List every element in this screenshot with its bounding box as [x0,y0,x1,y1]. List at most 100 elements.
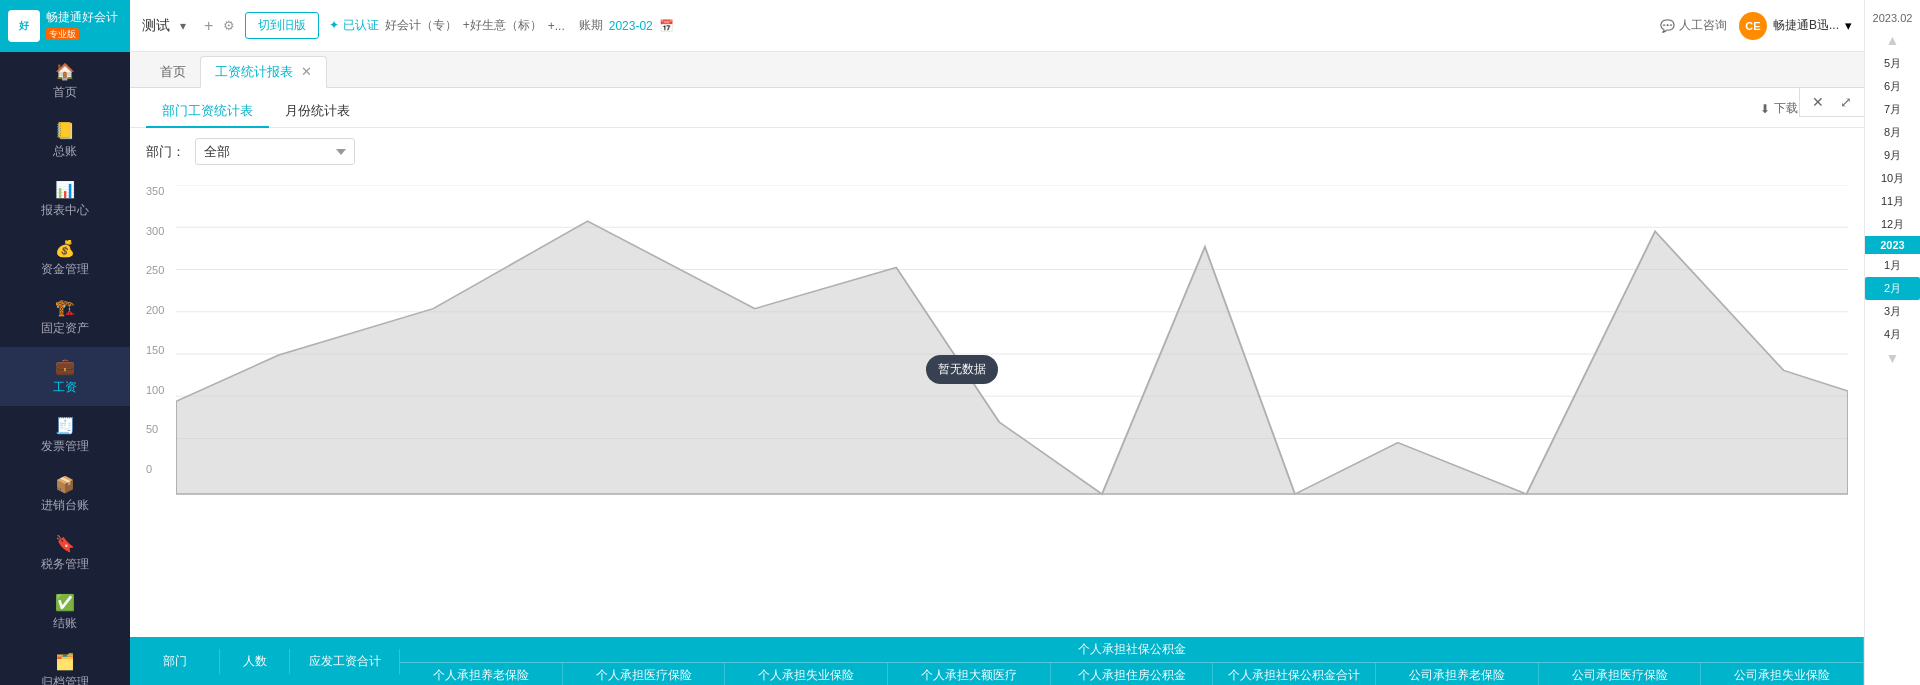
sidebar-item-invoice[interactable]: 🧾 发票管理 [0,406,130,465]
sidebar: 好 畅捷通好会计 专业版 🏠 首页 📒 总账 📊 报表中心 💰 资金管理 🏗️ … [0,0,130,685]
topbar: 测试 ▾ + ⚙ 切到旧版 ✦ 已认证 好会计（专） +好生意（标） +... … [130,0,1864,52]
logo-text: 畅捷通好会计 专业版 [46,10,118,41]
col-company-pension: 公司承担养老保险 [1376,663,1539,685]
sub-tab-monthly[interactable]: 月份统计表 [269,96,366,128]
sidebar-item-home[interactable]: 🏠 首页 [0,52,130,111]
topbar-right: 💬 人工咨询 CE 畅捷通B迅... ▾ [1660,12,1852,40]
download-label: 下载 [1774,100,1798,117]
col-dept: 部门 [130,649,220,674]
month-5[interactable]: 5月 [1865,52,1920,75]
sidebar-item-label: 进销台账 [41,497,89,514]
sidebar-item-label: 归档管理 [41,674,89,685]
sidebar-item-label: 发票管理 [41,438,89,455]
funds-icon: 💰 [55,239,75,258]
col-total-salary: 应发工资合计 [290,649,400,674]
sidebar-item-archive[interactable]: 🗂️ 归档管理 [0,642,130,685]
table-header-row: 部门 人数 应发工资合计 个人承担社保公积金 个人承担养老保险 [130,637,1864,685]
tab-close-button[interactable]: ✕ [301,64,312,79]
download-button[interactable]: ⬇ 下载 [1760,100,1798,117]
tab-salary-label: 工资统计报表 [215,64,293,79]
content-area: ✕ ⤢ 部门工资统计表 月份统计表 ⬇ 下载 ↻ 刷新 [130,88,1864,685]
month-12[interactable]: 12月 [1865,213,1920,236]
add-button[interactable]: + [204,17,213,35]
month-7[interactable]: 7月 [1865,98,1920,121]
col-personal-medical-label: 个人承担医疗保险 [596,668,692,682]
close-panel-button[interactable]: ✕ [1808,92,1828,112]
tab-salary-report[interactable]: 工资统计报表 ✕ [200,56,327,88]
sidebar-item-label: 结账 [53,615,77,632]
sidebar-item-salary[interactable]: 💼 工资 [0,347,130,406]
float-toolbar: ✕ ⤢ [1799,88,1864,117]
month-1[interactable]: 1月 [1865,254,1920,277]
department-select[interactable]: 全部 [195,138,355,165]
sub-tabs: 部门工资统计表 月份统计表 ⬇ 下载 ↻ 刷新 [130,88,1864,128]
salary-icon: 💼 [55,357,75,376]
sidebar-nav: 🏠 首页 📒 总账 📊 报表中心 💰 资金管理 🏗️ 固定资产 💼 工资 🧾 发… [0,52,130,685]
col-company-pension-label: 公司承担养老保险 [1409,668,1505,682]
month-9[interactable]: 9月 [1865,144,1920,167]
logo-badge: 专业版 [46,28,79,40]
dropdown-arrow[interactable]: ▾ [180,19,186,33]
col-personal-pension-label: 个人承担养老保险 [433,668,529,682]
month-4[interactable]: 4月 [1865,323,1920,346]
year-2023-group[interactable]: 2023 [1865,236,1920,254]
col-headcount-label: 人数 [243,654,267,668]
switch-version-button[interactable]: 切到旧版 [245,12,319,39]
topbar-status: ✦ 已认证 好会计（专） +好生意（标） +... 账期 2023-02 📅 [329,17,673,34]
month-8[interactable]: 8月 [1865,121,1920,144]
sidebar-item-ledger[interactable]: 📒 总账 [0,111,130,170]
month-11[interactable]: 11月 [1865,190,1920,213]
sidebar-item-assets[interactable]: 🏗️ 固定资产 [0,288,130,347]
year-2023-label: 2023 [1880,239,1904,251]
sidebar-item-tax[interactable]: 🔖 税务管理 [0,524,130,583]
col-headcount: 人数 [220,649,290,674]
help-icon: 💬 [1660,19,1675,33]
company-name: 测试 [142,17,170,35]
user-info[interactable]: CE 畅捷通B迅... ▾ [1739,12,1852,40]
tab-home[interactable]: 首页 [146,57,200,87]
tab-home-label: 首页 [160,64,186,79]
month-3[interactable]: 3月 [1865,300,1920,323]
col-group-header: 个人承担社保公积金 [1078,642,1186,656]
month-2-active[interactable]: 2月 [1865,277,1920,300]
sidebar-item-label: 首页 [53,84,77,101]
sidebar-item-label: 资金管理 [41,261,89,278]
filter-label: 部门： [146,143,185,161]
month-down-arrow[interactable]: ▼ [1882,346,1904,370]
checkout-icon: ✅ [55,593,75,612]
invoice-icon: 🧾 [55,416,75,435]
calendar-icon[interactable]: 📅 [659,19,674,33]
sidebar-item-reports[interactable]: 📊 报表中心 [0,170,130,229]
certified-status: ✦ 已认证 [329,17,378,34]
period-label: 账期 [579,17,603,34]
sidebar-item-sales[interactable]: 📦 进销台账 [0,465,130,524]
sidebar-item-label: 工资 [53,379,77,396]
col-company-unemployment: 公司承担失业保险 [1701,663,1863,685]
col-personal-total: 个人承担社保公积金合计 [1213,663,1376,685]
archive-icon: 🗂️ [55,652,75,671]
month-10[interactable]: 10月 [1865,167,1920,190]
col-personal-medical: 个人承担医疗保险 [563,663,726,685]
sidebar-item-label: 固定资产 [41,320,89,337]
help-button[interactable]: 💬 人工咨询 [1660,17,1727,34]
sidebar-item-label: 总账 [53,143,77,160]
avatar: CE [1739,12,1767,40]
col-personal-major-medical: 个人承担大额医疗 [888,663,1051,685]
assets-icon: 🏗️ [55,298,75,317]
sub-tab-dept[interactable]: 部门工资统计表 [146,96,269,128]
ledger-icon: 📒 [55,121,75,140]
good-account-status: 好会计（专） [385,17,457,34]
col-personal-unemployment: 个人承担失业保险 [725,663,888,685]
col-personal-pension: 个人承担养老保险 [400,663,563,685]
topbar-settings-icon[interactable]: ⚙ [223,18,235,33]
col-personal-housing: 个人承担住房公积金 [1051,663,1214,685]
col-personal-unemployment-label: 个人承担失业保险 [758,668,854,682]
user-dropdown-icon: ▾ [1845,18,1852,33]
sidebar-item-checkout[interactable]: ✅ 结账 [0,583,130,642]
expand-panel-button[interactable]: ⤢ [1836,92,1856,112]
more-status: +... [548,19,565,33]
month-up-arrow[interactable]: ▲ [1882,28,1904,52]
col-dept-label: 部门 [163,654,187,668]
month-6[interactable]: 6月 [1865,75,1920,98]
sidebar-item-funds[interactable]: 💰 资金管理 [0,229,130,288]
